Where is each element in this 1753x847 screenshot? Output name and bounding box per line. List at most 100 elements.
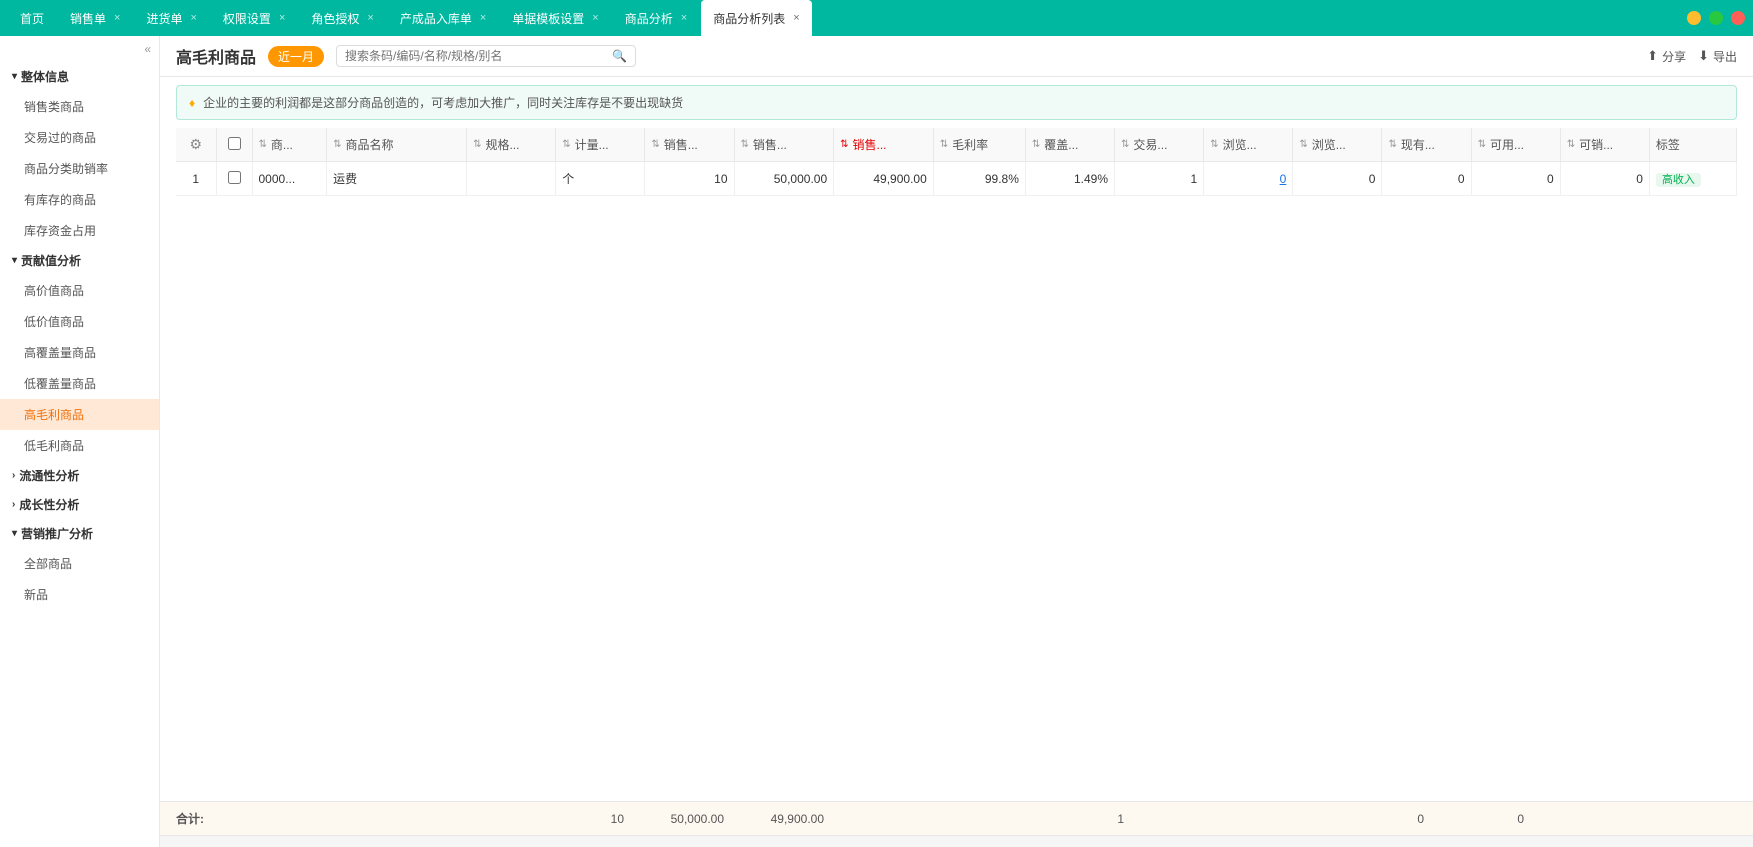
sort-icon-unit: ⇅ bbox=[562, 139, 570, 150]
maximize-button[interactable] bbox=[1709, 11, 1723, 25]
sidebar-item-stock-capital[interactable]: 库存资金占用 bbox=[0, 215, 159, 246]
share-button[interactable]: ⬆ 分享 bbox=[1647, 48, 1686, 65]
col-name[interactable]: ⇅ 商品名称 bbox=[327, 128, 467, 162]
row-checkbox[interactable] bbox=[228, 171, 241, 184]
sidebar-collapse-btn[interactable]: « bbox=[0, 36, 159, 62]
sidebar-item-category-rate[interactable]: 商品分类助销率 bbox=[0, 153, 159, 184]
bottom-scrollbar[interactable] bbox=[160, 835, 1753, 847]
sidebar-item-sales-goods[interactable]: 销售类商品 bbox=[0, 91, 159, 122]
minimize-button[interactable] bbox=[1687, 11, 1701, 25]
nav-template[interactable]: 单据模板设置 × bbox=[500, 0, 610, 36]
sort-icon-browse1: ⇅ bbox=[1210, 139, 1218, 150]
nav-close-template[interactable]: × bbox=[592, 12, 598, 24]
col-code[interactable]: ⇅ 商... bbox=[252, 128, 327, 162]
cell-sellable: 0 bbox=[1560, 162, 1649, 196]
nav-close-purchase[interactable]: × bbox=[190, 12, 196, 24]
arrow-fluidity: › bbox=[12, 470, 15, 481]
cell-checkbox[interactable] bbox=[216, 162, 252, 196]
top-nav: 首页 销售单 × 进货单 × 权限设置 × 角色授权 × 产成品入库单 × 单据… bbox=[0, 0, 1753, 36]
col-sales-qty[interactable]: ⇅ 销售... bbox=[645, 128, 734, 162]
tag-badge: 高收入 bbox=[1656, 173, 1701, 187]
sort-icon-sellable: ⇅ bbox=[1567, 139, 1575, 150]
col-stock[interactable]: ⇅ 现有... bbox=[1382, 128, 1471, 162]
sidebar-item-new-goods[interactable]: 新品 bbox=[0, 579, 159, 610]
sidebar-item-low-coverage[interactable]: 低覆盖量商品 bbox=[0, 368, 159, 399]
sidebar-item-high-margin[interactable]: 高毛利商品 bbox=[0, 399, 159, 430]
sidebar-item-low-value[interactable]: 低价值商品 bbox=[0, 306, 159, 337]
sort-icon-sales-qty: ⇅ bbox=[651, 139, 659, 150]
export-button[interactable]: ⬇ 导出 bbox=[1698, 48, 1737, 65]
cell-stock: 0 bbox=[1382, 162, 1471, 196]
filter-recent-month[interactable]: 近一月 bbox=[268, 46, 324, 67]
nav-close-product-in[interactable]: × bbox=[480, 12, 486, 24]
table-wrapper[interactable]: ⚙ ⇅ 商... ⇅ bbox=[160, 128, 1753, 801]
sidebar-group-overall[interactable]: ▾ 整体信息 bbox=[0, 62, 159, 91]
col-trade-count[interactable]: ⇅ 交易... bbox=[1115, 128, 1204, 162]
sidebar-item-high-value[interactable]: 高价值商品 bbox=[0, 275, 159, 306]
nav-home[interactable]: 首页 bbox=[8, 0, 56, 36]
sidebar-group-fluidity[interactable]: › 流通性分析 bbox=[0, 461, 159, 490]
sidebar-item-all-goods[interactable]: 全部商品 bbox=[0, 548, 159, 579]
content-header: 高毛利商品 近一月 🔍 ⬆ 分享 ⬇ 导出 bbox=[160, 36, 1753, 77]
arrow-growth: › bbox=[12, 499, 15, 510]
cell-browse1[interactable]: 0 bbox=[1204, 162, 1293, 196]
col-settings[interactable]: ⚙ bbox=[176, 128, 216, 162]
nav-sales[interactable]: 销售单 × bbox=[58, 0, 132, 36]
sidebar-item-low-margin[interactable]: 低毛利商品 bbox=[0, 430, 159, 461]
nav-role[interactable]: 角色授权 × bbox=[299, 0, 385, 36]
sort-icon-gross-rate: ⇅ bbox=[940, 139, 948, 150]
nav-close-product-analysis[interactable]: × bbox=[681, 12, 687, 24]
sidebar-group-growth[interactable]: › 成长性分析 bbox=[0, 490, 159, 519]
sort-icon-stock: ⇅ bbox=[1388, 139, 1396, 150]
select-all-checkbox[interactable] bbox=[228, 137, 241, 150]
nav-product-analysis[interactable]: 商品分析 × bbox=[613, 0, 699, 36]
col-tag: 标签 bbox=[1649, 128, 1736, 162]
search-input[interactable] bbox=[345, 49, 606, 63]
sidebar-item-high-coverage[interactable]: 高覆盖量商品 bbox=[0, 337, 159, 368]
page-title: 高毛利商品 bbox=[176, 44, 256, 68]
cell-name: 运费 bbox=[327, 162, 467, 196]
sidebar-group-marketing[interactable]: ▾ 营销推广分析 bbox=[0, 519, 159, 548]
footer-stock: 0 bbox=[1344, 812, 1424, 826]
nav-product-in[interactable]: 产成品入库单 × bbox=[388, 0, 498, 36]
col-unit[interactable]: ⇅ 计量... bbox=[556, 128, 645, 162]
arrow-overall: ▾ bbox=[12, 71, 17, 82]
col-browse2[interactable]: ⇅ 浏览... bbox=[1293, 128, 1382, 162]
main-layout: « ▾ 整体信息 销售类商品 交易过的商品 商品分类助销率 有库存的商品 库存资… bbox=[0, 36, 1753, 847]
col-available[interactable]: ⇅ 可用... bbox=[1471, 128, 1560, 162]
nav-close-product-analysis-list[interactable]: × bbox=[793, 12, 799, 24]
cell-seq: 1 bbox=[176, 162, 216, 196]
footer-sales-qty: 10 bbox=[544, 812, 624, 826]
sidebar-group-contribution[interactable]: ▾ 贡献值分析 bbox=[0, 246, 159, 275]
nav-close-permission[interactable]: × bbox=[279, 12, 285, 24]
share-icon: ⬆ bbox=[1647, 48, 1658, 64]
arrow-marketing: ▾ bbox=[12, 528, 17, 539]
footer-trade-count: 1 bbox=[1044, 812, 1124, 826]
col-sales-profit[interactable]: ⇅ 销售... bbox=[834, 128, 934, 162]
nav-permission[interactable]: 权限设置 × bbox=[211, 0, 297, 36]
nav-close-sales[interactable]: × bbox=[114, 12, 120, 24]
col-browse1[interactable]: ⇅ 浏览... bbox=[1204, 128, 1293, 162]
footer-sales-amount: 50,000.00 bbox=[644, 812, 724, 826]
col-coverage[interactable]: ⇅ 覆盖... bbox=[1025, 128, 1114, 162]
col-spec[interactable]: ⇅ 规格... bbox=[467, 128, 556, 162]
sort-icon-sales-amount: ⇅ bbox=[741, 139, 749, 150]
cell-trade-count: 1 bbox=[1115, 162, 1204, 196]
nav-close-role[interactable]: × bbox=[367, 12, 373, 24]
col-gross-rate[interactable]: ⇅ 毛利率 bbox=[933, 128, 1025, 162]
footer-sales-profit: 49,900.00 bbox=[744, 812, 824, 826]
nav-purchase[interactable]: 进货单 × bbox=[134, 0, 208, 36]
col-sellable[interactable]: ⇅ 可销... bbox=[1560, 128, 1649, 162]
col-sales-amount[interactable]: ⇅ 销售... bbox=[734, 128, 834, 162]
sort-icon-sales-profit: ⇅ bbox=[840, 139, 848, 150]
cell-spec bbox=[467, 162, 556, 196]
arrow-contribution: ▾ bbox=[12, 255, 17, 266]
close-button[interactable] bbox=[1731, 11, 1745, 25]
footer-available: 0 bbox=[1444, 812, 1524, 826]
sidebar-item-in-stock-goods[interactable]: 有库存的商品 bbox=[0, 184, 159, 215]
sidebar-item-traded-goods[interactable]: 交易过的商品 bbox=[0, 122, 159, 153]
search-icon[interactable]: 🔍 bbox=[612, 49, 627, 63]
cell-sales-profit: 49,900.00 bbox=[834, 162, 934, 196]
nav-product-analysis-list[interactable]: 商品分析列表 × bbox=[701, 0, 811, 36]
sort-icon-spec: ⇅ bbox=[473, 139, 481, 150]
